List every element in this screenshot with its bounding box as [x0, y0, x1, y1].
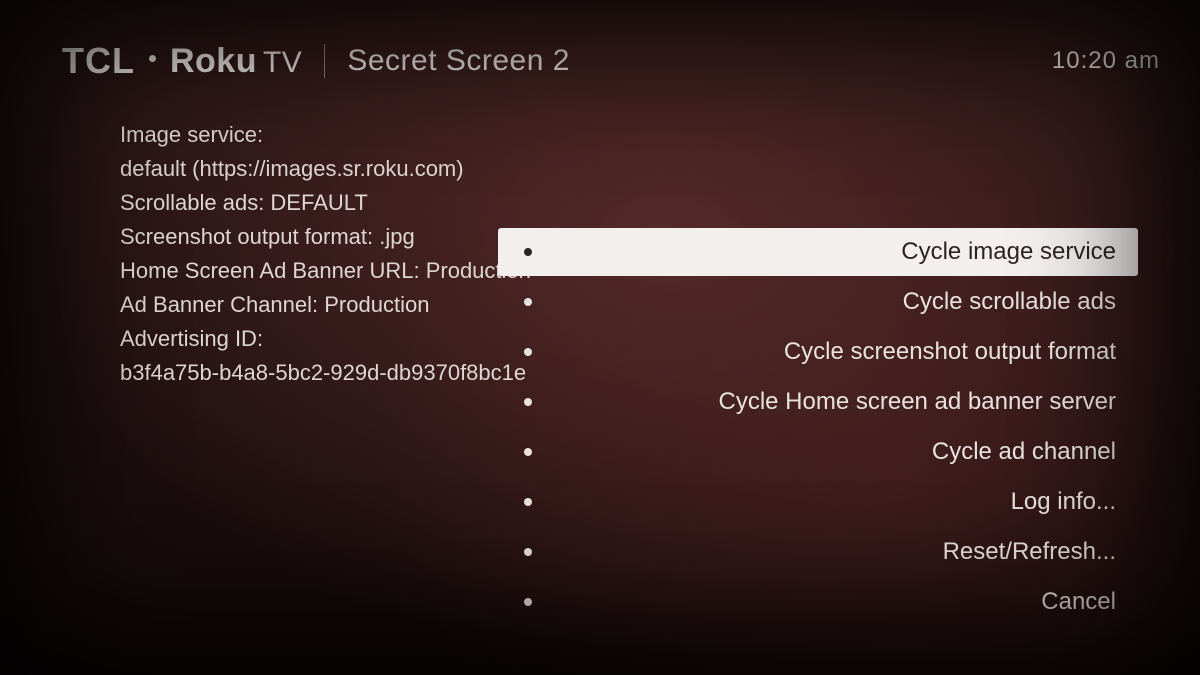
menu-item-label: Cycle Home screen ad banner server: [556, 388, 1116, 416]
menu-item-cycle-home-ad-banner[interactable]: Cycle Home screen ad banner server: [498, 378, 1138, 426]
brand-tcl: TCL: [62, 40, 135, 82]
info-line: default (https://images.sr.roku.com): [120, 152, 520, 186]
info-line: Image service:: [120, 118, 520, 152]
bullet-icon: [524, 498, 532, 506]
menu-item-label: Cycle ad channel: [556, 438, 1116, 466]
info-line: Advertising ID:: [120, 322, 520, 356]
brand-tv-word: TV: [263, 46, 302, 79]
header-bar: TCL RokuTV Secret Screen 2 10:20 am: [62, 40, 1160, 82]
menu-item-cycle-ad-channel[interactable]: Cycle ad channel: [498, 428, 1138, 476]
brand-separator-dot: [149, 55, 156, 62]
brand-roku: RokuTV: [170, 42, 302, 81]
menu-item-cycle-screenshot-format[interactable]: Cycle screenshot output format: [498, 328, 1138, 376]
menu-item-label: Cycle screenshot output format: [556, 338, 1116, 366]
bullet-icon: [524, 548, 532, 556]
bullet-icon: [524, 298, 532, 306]
brand-roku-word: Roku: [170, 42, 257, 80]
menu-item-label: Reset/Refresh...: [556, 538, 1116, 566]
menu-item-label: Cycle scrollable ads: [556, 288, 1116, 316]
info-panel: Image service: default (https://images.s…: [120, 118, 520, 390]
menu-item-reset-refresh[interactable]: Reset/Refresh...: [498, 528, 1138, 576]
bullet-icon: [524, 348, 532, 356]
bullet-icon: [524, 248, 532, 256]
screen-title: Secret Screen 2: [347, 44, 570, 78]
menu-item-cycle-image-service[interactable]: Cycle image service: [498, 228, 1138, 276]
bullet-icon: [524, 448, 532, 456]
info-line: Ad Banner Channel: Production: [120, 288, 520, 322]
clock: 10:20 am: [1052, 47, 1160, 75]
action-menu: Cycle image service Cycle scrollable ads…: [498, 228, 1138, 628]
menu-item-label: Cycle image service: [556, 238, 1116, 266]
bullet-icon: [524, 398, 532, 406]
info-line: Home Screen Ad Banner URL: Production: [120, 254, 520, 288]
bullet-icon: [524, 598, 532, 606]
info-line: Scrollable ads: DEFAULT: [120, 186, 520, 220]
menu-item-cycle-scrollable-ads[interactable]: Cycle scrollable ads: [498, 278, 1138, 326]
info-line: Screenshot output format: .jpg: [120, 220, 520, 254]
header-divider: [324, 44, 325, 78]
menu-item-label: Log info...: [556, 488, 1116, 516]
menu-item-label: Cancel: [556, 588, 1116, 616]
menu-item-cancel[interactable]: Cancel: [498, 578, 1138, 626]
info-line: b3f4a75b-b4a8-5bc2-929d-db9370f8bc1e: [120, 356, 520, 390]
menu-item-log-info[interactable]: Log info...: [498, 478, 1138, 526]
